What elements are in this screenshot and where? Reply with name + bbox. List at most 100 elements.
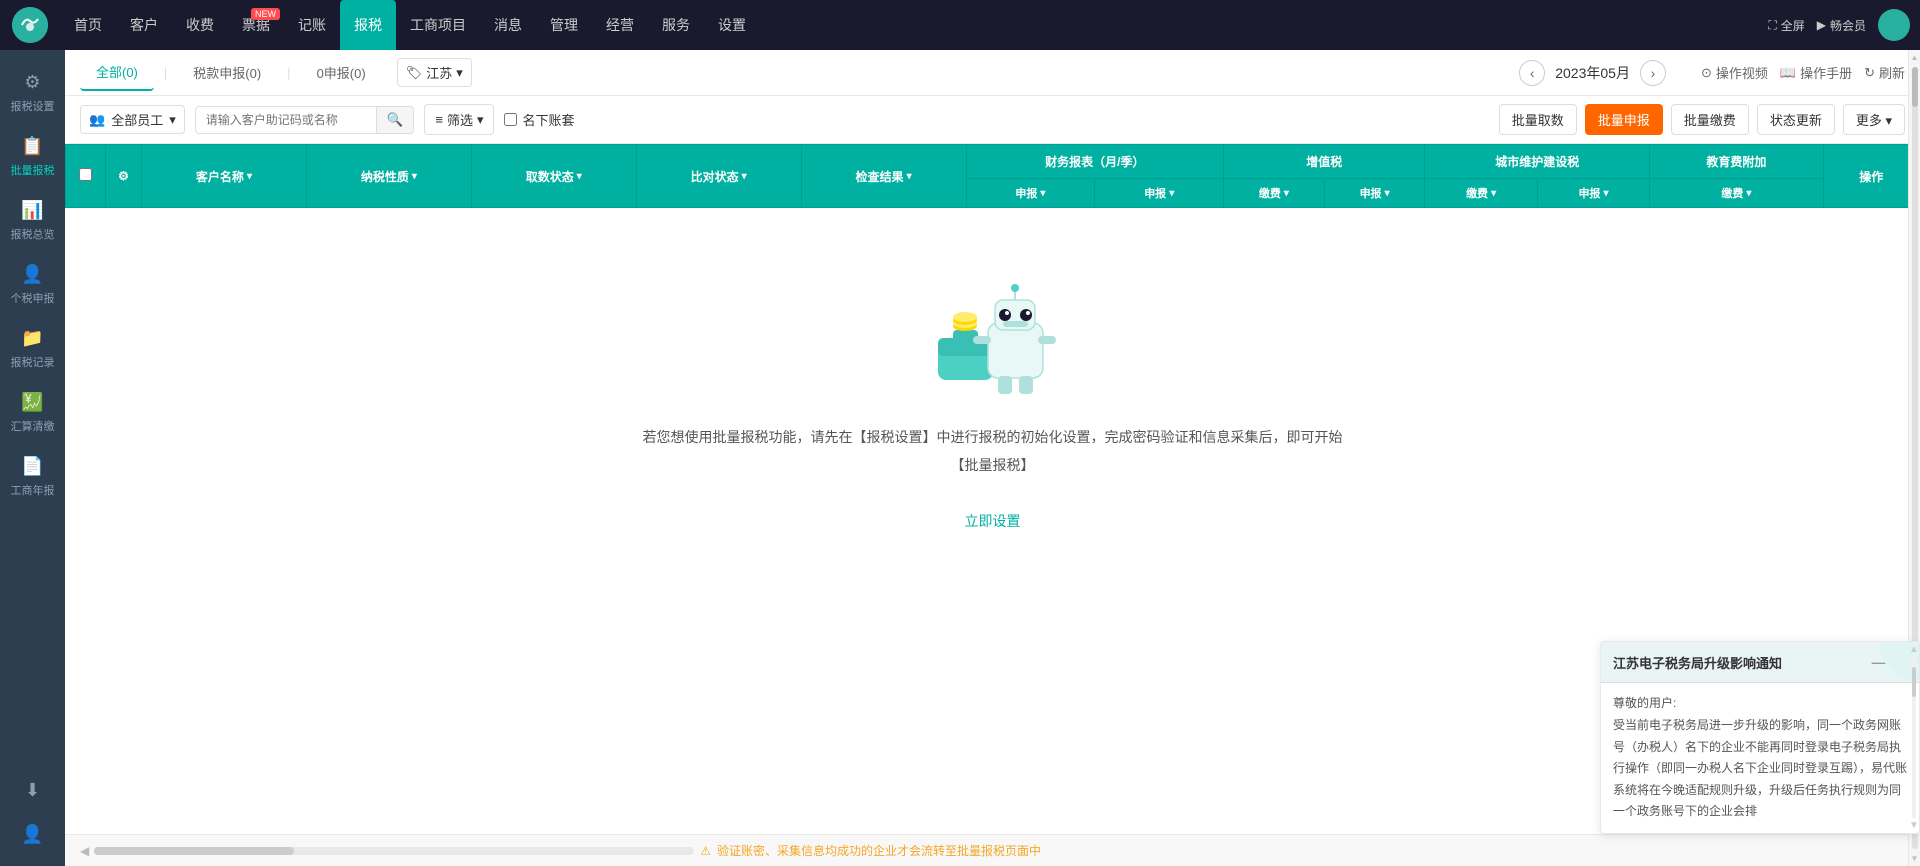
col-city-declare: 申报 [1324,179,1425,208]
refresh-button[interactable]: ↻ 刷新 [1864,63,1905,82]
col-city-pay: 缴费 [1425,179,1537,208]
tab-divider-1: | [164,65,167,80]
scroll-track[interactable] [94,847,694,855]
nav-operation[interactable]: 经营 [592,0,648,50]
new-badge: NEW [251,8,280,20]
batch-declare-button[interactable]: 批量申报 [1585,104,1663,135]
tax-settings-icon: ⚙ [21,70,45,94]
settings-col-icon: ⚙ [118,169,129,183]
accounts-checkbox-label[interactable]: 名下账套 [504,110,574,129]
col-financial-report: 财务报表（月/季） [966,145,1224,179]
nav-right-actions: ⛶ 全屏 ▶ 畅会员 [1768,9,1910,41]
tab-divider-2: | [287,65,290,80]
nav-service[interactable]: 服务 [648,0,704,50]
scroll-left-icon[interactable]: ◀ [80,844,89,858]
batch-tax-icon: 📋 [21,134,45,158]
right-scroll-up[interactable]: ▲ [1911,50,1919,65]
search-input[interactable] [196,108,376,132]
right-scroll-down[interactable]: ▼ [1911,851,1919,866]
nav-bookkeeping[interactable]: 记账 [284,0,340,50]
col-vat-pay: 缴费 [1224,179,1325,208]
download-icon: ⬇ [21,778,45,802]
tax-records-icon: 📁 [21,326,45,350]
region-selector[interactable]: 🏷 江苏 ▾ [397,58,472,87]
sidebar-item-user[interactable]: 👤 [0,812,65,856]
setup-link[interactable]: 立即设置 [965,507,1021,535]
region-icon: 🏷 [406,65,423,81]
fullscreen-button[interactable]: ⛶ 全屏 [1768,17,1804,34]
settlement-icon: 💹 [21,390,45,414]
nav-customer[interactable]: 客户 [116,0,172,50]
notification-body: 尊敬的用户: 受当前电子税务局进一步升级的影响，同一个政务网账号（办税人）名下的… [1601,683,1919,833]
nav-home[interactable]: 首页 [60,0,116,50]
sidebar-item-download[interactable]: ⬇ [0,768,65,812]
filter-icon: ≡ [435,112,443,127]
accounts-checkbox[interactable] [504,113,517,126]
nav-invoice[interactable]: 票据 NEW [228,0,284,50]
tab-tax-declaration[interactable]: 税款申报(0) [177,55,277,90]
notification-text: 尊敬的用户: 受当前电子税务局进一步升级的影响，同一个政务网账号（办税人）名下的… [1613,693,1907,823]
nav-settings[interactable]: 设置 [704,0,760,50]
batch-pay-button[interactable]: 批量缴费 [1671,104,1749,135]
more-button[interactable]: 更多 ▾ [1843,104,1905,135]
notif-scroll-track[interactable] [1912,657,1916,818]
nav-tax[interactable]: 报税 [340,0,396,50]
robot-illustration [923,268,1063,408]
user-avatar[interactable] [1878,9,1910,41]
sidebar-item-batch-tax[interactable]: 📋 批量报税 [0,124,65,188]
manual-button[interactable]: 📖 操作手册 [1780,63,1852,82]
sidebar-item-personal-tax[interactable]: 👤 个税申报 [0,252,65,316]
vip-button[interactable]: ▶ 畅会员 [1817,17,1866,34]
notif-scroll-down[interactable]: ▼ [1907,818,1920,833]
bottom-warning-text: 验证账密、采集信息均成功的企业才会流转至批量报税页面中 [717,842,1041,859]
right-scroll-thumb [1912,67,1918,107]
nav-management[interactable]: 管理 [536,0,592,50]
nav-billing[interactable]: 收费 [172,0,228,50]
select-all-checkbox[interactable] [79,168,92,181]
tab-bar: 全部(0) | 税款申报(0) | 0申报(0) 🏷 江苏 ▾ ‹ 2023年0… [65,50,1920,96]
col-edu-declare: 申报 [1537,179,1649,208]
notif-scroll-thumb [1912,667,1916,697]
search-button[interactable]: 🔍 [376,107,414,133]
batch-fetch-button[interactable]: 批量取数 [1499,104,1577,135]
next-month-button[interactable]: › [1640,60,1666,86]
sidebar-item-tax-overview[interactable]: 📊 报税总览 [0,188,65,252]
horizontal-scrollbar[interactable]: ◀ [80,844,694,858]
status-update-button[interactable]: 状态更新 [1757,104,1835,135]
notification-scrollbar[interactable]: ▲ ▼ [1911,642,1917,833]
sidebar-item-settlement[interactable]: 💹 汇算清缴 [0,380,65,444]
notification-panel: 江苏电子税务局升级影响通知 — ✕ 尊敬的用户: 受当前电子税务局进一步升级的影… [1600,641,1920,834]
notif-scroll-up[interactable]: ▲ [1907,642,1920,657]
top-navigation: 首页 客户 收费 票据 NEW 记账 报税 工商项目 消息 管理 经营 服务 设… [0,0,1920,50]
tab-zero-declaration[interactable]: 0申报(0) [301,55,382,90]
employee-select[interactable]: 👥 全部员工 ▾ [80,105,185,134]
sidebar-item-tax-settings[interactable]: ⚙ 报税设置 [0,60,65,124]
more-chevron-icon: ▾ [1885,113,1892,128]
toolbar-right-actions: 批量取数 批量申报 批量缴费 状态更新 更多 ▾ [1499,104,1905,135]
tab-all[interactable]: 全部(0) [80,54,154,91]
user-icon: 👤 [21,822,45,846]
nav-business[interactable]: 工商项目 [396,0,480,50]
col-customer-name: 客户名称 [142,145,307,208]
current-month: 2023年05月 [1555,63,1630,83]
logo[interactable] [10,5,50,45]
employee-icon: 👥 [89,112,105,128]
tab-right-actions: ⊙ 操作视频 📖 操作手册 ↻ 刷新 [1701,63,1905,82]
col-operation: 操作 [1823,145,1919,208]
nav-message[interactable]: 消息 [480,0,536,50]
col-tax-nature: 纳税性质 [306,145,471,208]
personal-tax-icon: 👤 [21,262,45,286]
vip-icon: ▶ [1817,18,1826,32]
video-tutorial-button[interactable]: ⊙ 操作视频 [1701,63,1768,82]
scroll-thumb [94,847,294,855]
col-vat-declare: 申报 [1095,179,1224,208]
logo-icon [12,7,48,43]
filter-button[interactable]: ≡ 筛选 ▾ [424,104,494,135]
annual-report-icon: 📄 [21,454,45,478]
sidebar-item-annual-report[interactable]: 📄 工商年报 [0,444,65,508]
video-icon: ⊙ [1701,65,1712,81]
sidebar-item-tax-records[interactable]: 📁 报税记录 [0,316,65,380]
bottom-bar: ◀ ⚠ 验证账密、采集信息均成功的企业才会流转至批量报税页面中 [65,834,1920,866]
prev-month-button[interactable]: ‹ [1519,60,1545,86]
notification-title: 江苏电子税务局升级影响通知 [1613,653,1782,672]
